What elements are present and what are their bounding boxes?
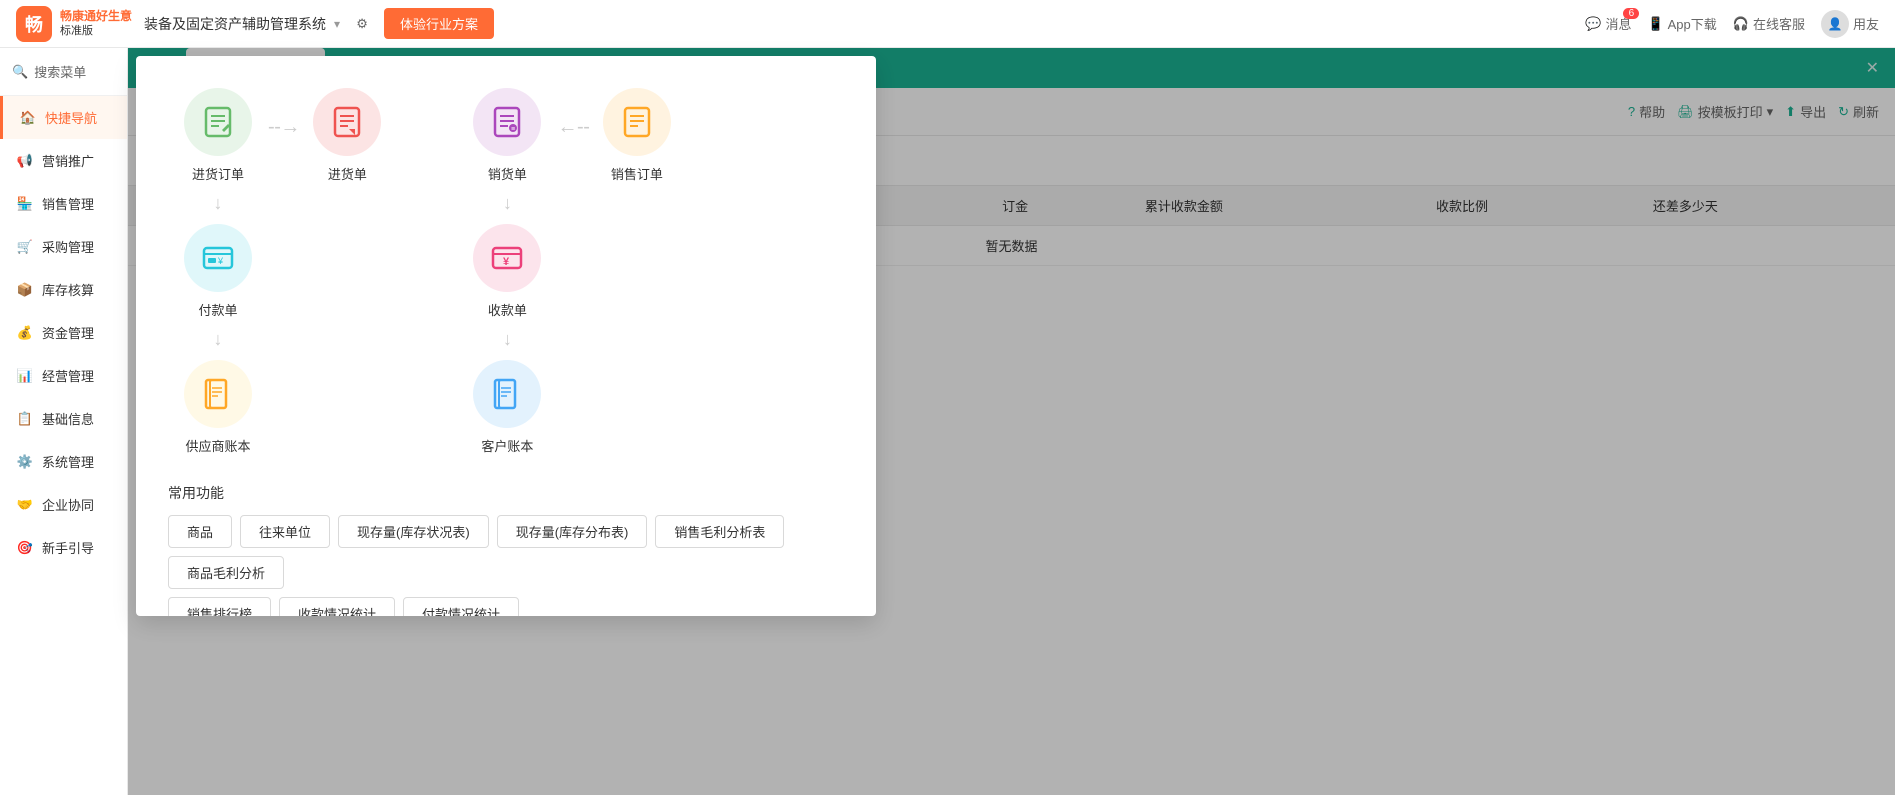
settings-gear-icon[interactable]: ⚙ bbox=[348, 10, 376, 38]
sidebar-item-enterprise[interactable]: 🤝 企业协同 bbox=[0, 483, 127, 526]
logo-area: 畅 畅康通好生意 标准版 bbox=[16, 6, 144, 42]
top-right-actions: 💬 消息 6 📱 App下载 🎧 在线客服 👤 用友 bbox=[1585, 10, 1879, 38]
common-functions-title: 常用功能 bbox=[168, 483, 844, 503]
guide-icon: 🎯 bbox=[16, 539, 34, 557]
sales-icon: 🏪 bbox=[16, 195, 34, 213]
arrow-h1: - - → bbox=[268, 80, 297, 139]
arrow-v1: ↓ bbox=[214, 191, 223, 216]
purchase-order-circle bbox=[184, 88, 252, 156]
flow-node-purchase-order[interactable]: 进货订单 bbox=[168, 80, 268, 191]
sidebar-item-operations[interactable]: 📊 经营管理 bbox=[0, 354, 127, 397]
common-functions: 常用功能 商品 往来单位 现存量(库存状况表) 现存量(库存分布表) 销售毛利分… bbox=[168, 483, 844, 616]
flow-node-sales-bill[interactable]: ≡ 销货单 bbox=[457, 80, 557, 191]
trial-button[interactable]: 体验行业方案 bbox=[384, 8, 494, 39]
sidebar-item-guide[interactable]: 🎯 新手引导 bbox=[0, 526, 127, 569]
cf-btn-contacts[interactable]: 往来单位 bbox=[240, 515, 330, 548]
marketing-icon: 📢 bbox=[16, 152, 34, 170]
arrow-v2: ↓ bbox=[214, 327, 223, 352]
sales-bill-circle: ≡ bbox=[473, 88, 541, 156]
cf-btn-sales-profit[interactable]: 销售毛利分析表 bbox=[655, 515, 784, 548]
sidebar-item-purchase[interactable]: 🛒 采购管理 bbox=[0, 225, 127, 268]
flow-col-left: 进货订单 ↓ ¥ 付款单 ↓ 供应商账本 bbox=[168, 80, 268, 463]
flow-diagram: 进货订单 ↓ ¥ 付款单 ↓ 供应商账本 bbox=[168, 80, 844, 463]
inventory-icon: 📦 bbox=[16, 281, 34, 299]
sales-order-circle bbox=[603, 88, 671, 156]
search-menu-button[interactable]: 🔍 搜索菜单 bbox=[8, 58, 119, 85]
flow-col-mid-left: 进货单 bbox=[297, 80, 397, 191]
sidebar-nav: 🏠 快捷导航 📢 营销推广 🏪 销售管理 🛒 采购管理 📦 库存核 bbox=[0, 96, 127, 795]
sidebar-item-baseinfo[interactable]: 📋 基础信息 bbox=[0, 397, 127, 440]
cf-buttons-row2: 销售排行榜 收款情况统计 付款情况统计 bbox=[168, 597, 844, 616]
system-title: 装备及固定资产辅助管理系统 ▾ ⚙ 体验行业方案 bbox=[144, 8, 1585, 39]
modal-overlay[interactable]: 进货订单 ↓ ¥ 付款单 ↓ 供应商账本 bbox=[128, 48, 1895, 795]
message-icon: 💬 bbox=[1585, 16, 1601, 32]
system-name: 装备及固定资产辅助管理系统 bbox=[144, 14, 326, 34]
logo-text: 畅康通好生意 标准版 bbox=[60, 9, 132, 39]
app-download-btn[interactable]: 📱 App下载 bbox=[1647, 14, 1716, 33]
cf-btn-stock-status[interactable]: 现存量(库存状况表) bbox=[338, 515, 489, 548]
receipt-circle: ¥ bbox=[473, 224, 541, 292]
svg-text:≡: ≡ bbox=[511, 126, 515, 133]
svg-text:¥: ¥ bbox=[503, 256, 510, 268]
sidebar-item-finance[interactable]: 💰 资金管理 bbox=[0, 311, 127, 354]
logo-icon: 畅 bbox=[16, 6, 52, 42]
arrow-v3: ↓ bbox=[503, 191, 512, 216]
message-badge: 6 bbox=[1623, 8, 1639, 19]
flow-node-customer-ledger[interactable]: 客户账本 bbox=[457, 352, 557, 463]
cf-btn-receipt-stats[interactable]: 收款情况统计 bbox=[279, 597, 395, 616]
user-avatar: 👤 bbox=[1821, 10, 1849, 38]
cf-btn-product-profit[interactable]: 商品毛利分析 bbox=[168, 556, 284, 589]
cf-buttons-row1: 商品 往来单位 现存量(库存状况表) 现存量(库存分布表) 销售毛利分析表 商品… bbox=[168, 515, 844, 589]
cf-btn-product[interactable]: 商品 bbox=[168, 515, 232, 548]
message-btn[interactable]: 💬 消息 6 bbox=[1585, 14, 1631, 33]
sidebar: 🔍 搜索菜单 🏠 快捷导航 📢 营销推广 🏪 销售管理 🛒 bbox=[0, 48, 128, 795]
purchase-bill-circle bbox=[313, 88, 381, 156]
sidebar-item-quick-nav[interactable]: 🏠 快捷导航 bbox=[0, 96, 127, 139]
sidebar-item-sysmanage[interactable]: ⚙️ 系统管理 bbox=[0, 440, 127, 483]
flow-node-supplier-ledger[interactable]: 供应商账本 bbox=[168, 352, 268, 463]
customer-ledger-circle bbox=[473, 360, 541, 428]
modal-content: 进货订单 ↓ ¥ 付款单 ↓ 供应商账本 bbox=[136, 56, 876, 616]
online-service-btn[interactable]: 🎧 在线客服 bbox=[1733, 14, 1805, 33]
svg-text:¥: ¥ bbox=[217, 256, 224, 266]
quick-nav-modal: 进货订单 ↓ ¥ 付款单 ↓ 供应商账本 bbox=[136, 56, 876, 616]
flow-node-payment[interactable]: ¥ 付款单 bbox=[168, 216, 268, 327]
user-name: 用友 bbox=[1853, 14, 1879, 33]
sidebar-item-marketing[interactable]: 📢 营销推广 bbox=[0, 139, 127, 182]
finance-icon: 💰 bbox=[16, 324, 34, 342]
sidebar-item-inventory[interactable]: 📦 库存核算 bbox=[0, 268, 127, 311]
baseinfo-icon: 📋 bbox=[16, 410, 34, 428]
operations-icon: 📊 bbox=[16, 367, 34, 385]
top-bar: 畅 畅康通好生意 标准版 装备及固定资产辅助管理系统 ▾ ⚙ 体验行业方案 💬 … bbox=[0, 0, 1895, 48]
dropdown-icon[interactable]: ▾ bbox=[334, 17, 340, 31]
sidebar-search: 🔍 搜索菜单 bbox=[0, 48, 127, 96]
flow-col-right: 销售订单 bbox=[587, 80, 687, 191]
search-icon: 🔍 bbox=[12, 64, 28, 80]
flow-node-purchase-bill[interactable]: 进货单 bbox=[297, 80, 397, 191]
flow-col-mid-right: ≡ 销货单 ↓ ¥ 收款单 ↓ bbox=[457, 80, 557, 463]
enterprise-icon: 🤝 bbox=[16, 496, 34, 514]
sidebar-item-sales[interactable]: 🏪 销售管理 bbox=[0, 182, 127, 225]
user-menu[interactable]: 👤 用友 bbox=[1821, 10, 1879, 38]
purchase-icon: 🛒 bbox=[16, 238, 34, 256]
sysmanage-icon: ⚙️ bbox=[16, 453, 34, 471]
app-download-icon: 📱 bbox=[1647, 16, 1663, 32]
service-icon: 🎧 bbox=[1733, 16, 1749, 32]
flow-node-sales-order[interactable]: 销售订单 bbox=[587, 80, 687, 191]
flow-node-receipt[interactable]: ¥ 收款单 bbox=[457, 216, 557, 327]
arrow-v4: ↓ bbox=[503, 327, 512, 352]
home-icon: 🏠 bbox=[19, 109, 37, 127]
cf-btn-sales-ranking[interactable]: 销售排行榜 bbox=[168, 597, 271, 616]
supplier-ledger-circle bbox=[184, 360, 252, 428]
arrow-h2: ← - - bbox=[557, 80, 586, 139]
cf-btn-stock-dist[interactable]: 现存量(库存分布表) bbox=[497, 515, 648, 548]
payment-circle: ¥ bbox=[184, 224, 252, 292]
cf-btn-payment-stats[interactable]: 付款情况统计 bbox=[403, 597, 519, 616]
